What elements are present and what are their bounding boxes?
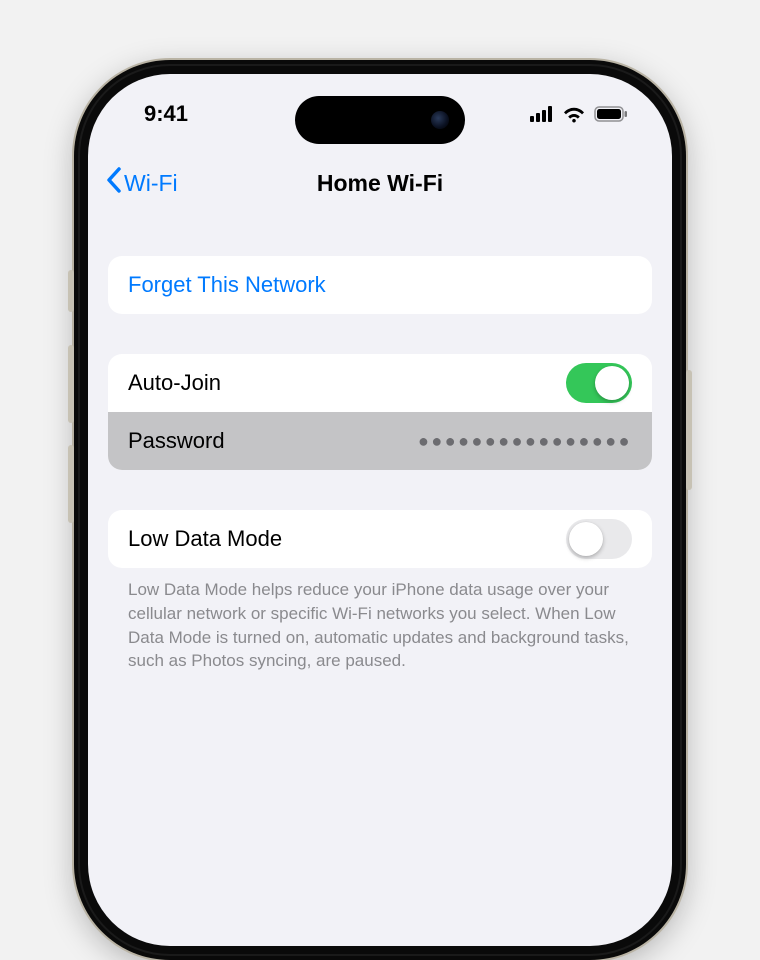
- toggle-knob: [569, 522, 603, 556]
- content: Forget This Network Auto-Join Password ●…: [88, 256, 672, 673]
- forget-network-button[interactable]: Forget This Network: [108, 256, 652, 314]
- cellular-icon: [530, 106, 554, 122]
- low-data-mode-row[interactable]: Low Data Mode: [108, 510, 652, 568]
- auto-join-row[interactable]: Auto-Join: [108, 354, 652, 412]
- chevron-left-icon: [106, 167, 122, 199]
- low-data-mode-label: Low Data Mode: [128, 526, 282, 552]
- camera-sensor: [431, 111, 449, 129]
- password-label: Password: [128, 428, 225, 454]
- power-button: [686, 370, 692, 490]
- back-label: Wi-Fi: [124, 170, 178, 197]
- low-data-group: Low Data Mode: [108, 510, 652, 568]
- silent-switch: [68, 270, 74, 312]
- forget-network-label: Forget This Network: [128, 272, 326, 298]
- navigation-bar: Wi-Fi Home Wi-Fi: [88, 154, 672, 212]
- low-data-mode-footer: Low Data Mode helps reduce your iPhone d…: [108, 568, 652, 673]
- auto-join-label: Auto-Join: [128, 370, 221, 396]
- forget-group: Forget This Network: [108, 256, 652, 314]
- screen: 9:41: [88, 74, 672, 946]
- back-button[interactable]: Wi-Fi: [106, 167, 178, 199]
- status-time: 9:41: [144, 101, 188, 127]
- password-row[interactable]: Password ●●●●●●●●●●●●●●●●: [108, 412, 652, 470]
- password-value-masked: ●●●●●●●●●●●●●●●●: [418, 431, 632, 452]
- auto-join-toggle[interactable]: [566, 363, 632, 403]
- volume-down-button: [68, 445, 74, 523]
- toggle-knob: [595, 366, 629, 400]
- phone-frame: 9:41: [74, 60, 686, 960]
- low-data-mode-toggle[interactable]: [566, 519, 632, 559]
- battery-icon: [594, 106, 628, 122]
- join-group: Auto-Join Password ●●●●●●●●●●●●●●●●: [108, 354, 652, 470]
- wifi-icon: [562, 105, 586, 123]
- dynamic-island: [295, 96, 465, 144]
- volume-up-button: [68, 345, 74, 423]
